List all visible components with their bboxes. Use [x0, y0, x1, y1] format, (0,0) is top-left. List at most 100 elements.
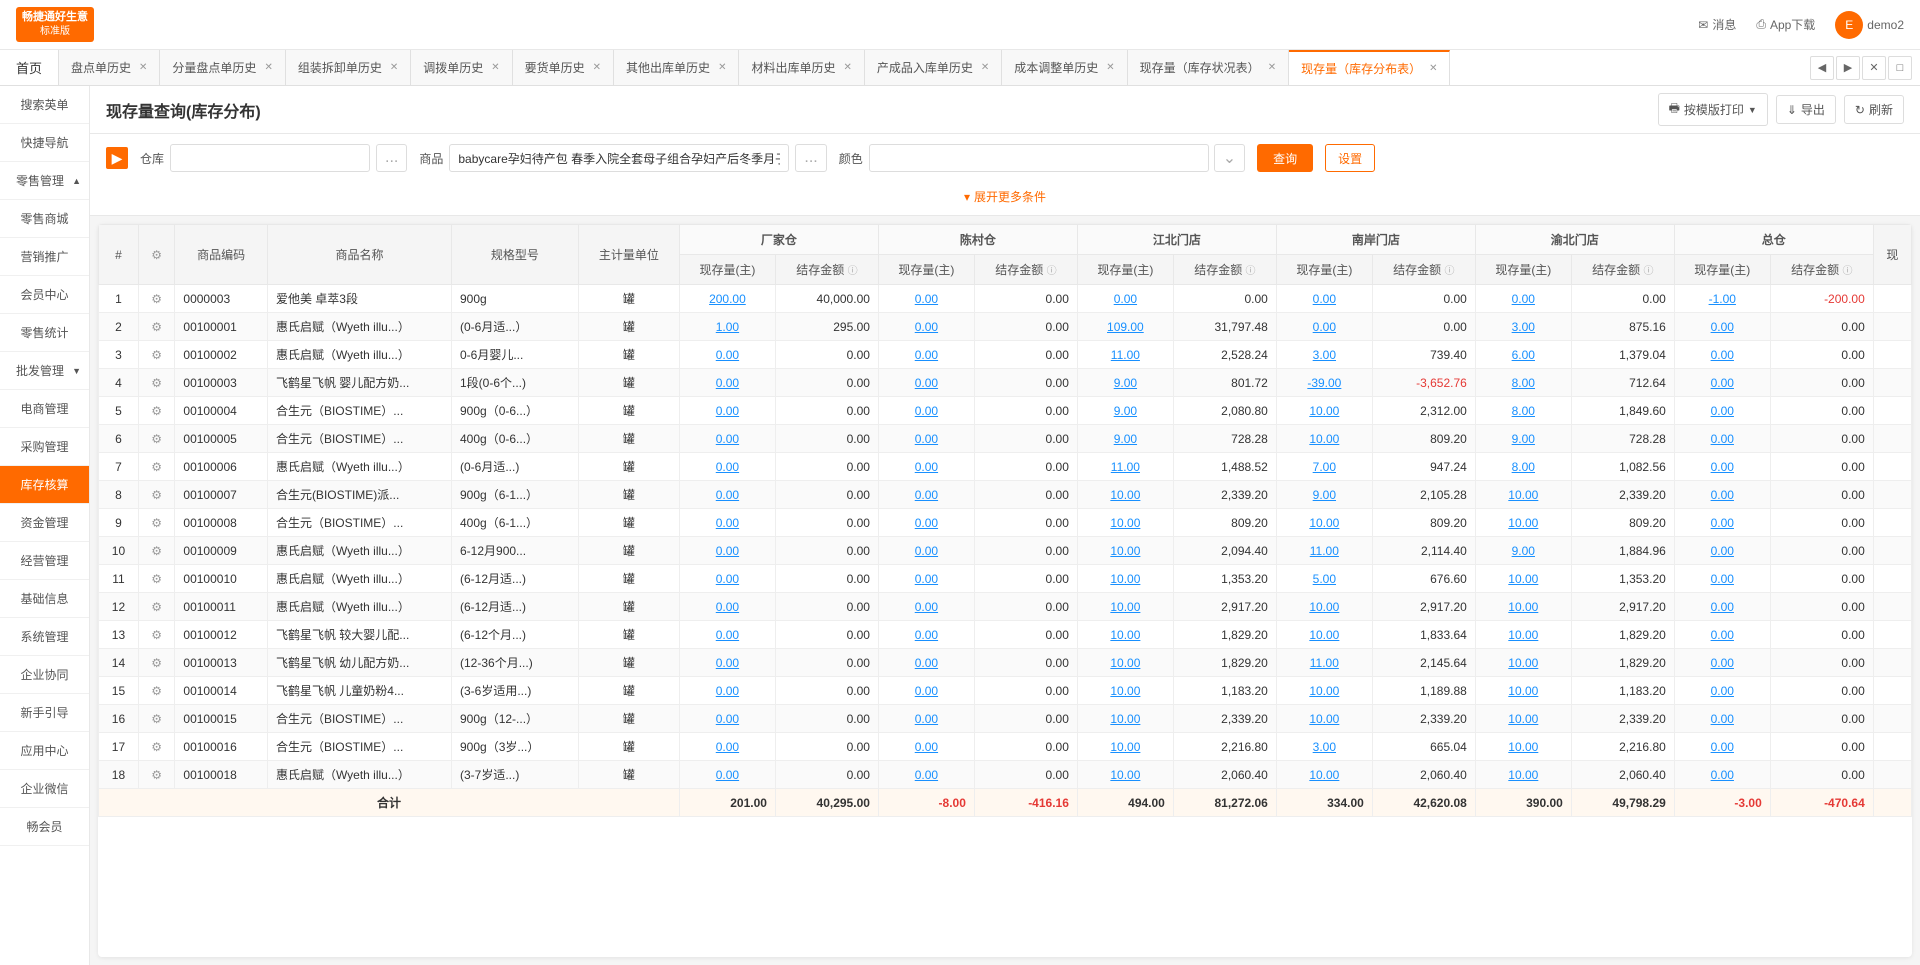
close-tab-transfer[interactable]: ✕ [491, 62, 499, 73]
row-total-stock[interactable]: 0.00 [1674, 649, 1770, 677]
row-nanqi-stock[interactable]: 3.00 [1276, 341, 1372, 369]
row-gear-icon[interactable]: ⚙ [151, 516, 162, 530]
row-nanqi-stock[interactable]: 10.00 [1276, 677, 1372, 705]
warehouse-input[interactable] [170, 144, 370, 172]
row-village-stock[interactable]: 0.00 [878, 425, 974, 453]
row-yubeimen-stock[interactable]: 8.00 [1475, 453, 1571, 481]
tab-other-out[interactable]: 其他出库单历史 ✕ [614, 50, 739, 86]
row-gear-icon[interactable]: ⚙ [151, 488, 162, 502]
row-yubeimen-stock[interactable]: 10.00 [1475, 705, 1571, 733]
row-gear-icon[interactable]: ⚙ [151, 656, 162, 670]
row-jiangbei-stock[interactable]: 10.00 [1077, 677, 1173, 705]
row-nanqi-stock[interactable]: 10.00 [1276, 593, 1372, 621]
row-factory-stock[interactable]: 0.00 [679, 705, 775, 733]
gear-icon[interactable]: ⚙ [151, 248, 162, 262]
row-nanqi-stock[interactable]: 11.00 [1276, 649, 1372, 677]
sidebar-item-retail-mgmt[interactable]: 零售管理▲ [0, 162, 89, 200]
row-jiangbei-stock[interactable]: 10.00 [1077, 509, 1173, 537]
color-input[interactable] [869, 144, 1209, 172]
row-yubeimen-stock[interactable]: 10.00 [1475, 621, 1571, 649]
sidebar-item-basic-info[interactable]: 基础信息 [0, 580, 89, 618]
sidebar-item-retail-store[interactable]: 零售商城 [0, 200, 89, 238]
row-yubeimen-stock[interactable]: 10.00 [1475, 649, 1571, 677]
row-nanqi-stock[interactable]: 5.00 [1276, 565, 1372, 593]
row-gear-icon[interactable]: ⚙ [151, 740, 162, 754]
row-total-stock[interactable]: 0.00 [1674, 509, 1770, 537]
row-jiangbei-stock[interactable]: 9.00 [1077, 425, 1173, 453]
row-nanqi-stock[interactable]: 10.00 [1276, 705, 1372, 733]
row-factory-stock[interactable]: 0.00 [679, 369, 775, 397]
row-village-stock[interactable]: 0.00 [878, 397, 974, 425]
row-yubeimen-stock[interactable]: 6.00 [1475, 341, 1571, 369]
expand-conditions-btn[interactable]: ▾ 展开更多条件 [964, 188, 1046, 205]
row-village-stock[interactable]: 0.00 [878, 677, 974, 705]
row-village-stock[interactable]: 0.00 [878, 705, 974, 733]
row-factory-stock[interactable]: 0.00 [679, 481, 775, 509]
row-village-stock[interactable]: 0.00 [878, 761, 974, 789]
user-area[interactable]: E demo2 [1835, 11, 1904, 39]
app-download-btn[interactable]: ⎙ App下载 [1756, 16, 1815, 33]
row-gear-icon[interactable]: ⚙ [151, 712, 162, 726]
row-yubeimen-stock[interactable]: 8.00 [1475, 397, 1571, 425]
row-jiangbei-stock[interactable]: 10.00 [1077, 733, 1173, 761]
row-total-stock[interactable]: 0.00 [1674, 761, 1770, 789]
tab-cost-adjust[interactable]: 成本调整单历史 ✕ [1002, 50, 1127, 86]
close-tab-inventory-count[interactable]: ✕ [139, 62, 147, 73]
row-village-stock[interactable]: 0.00 [878, 537, 974, 565]
row-jiangbei-stock[interactable]: 10.00 [1077, 621, 1173, 649]
row-jiangbei-stock[interactable]: 10.00 [1077, 537, 1173, 565]
tab-finished-in[interactable]: 产成品入库单历史 ✕ [865, 50, 1002, 86]
export-btn[interactable]: ⇓ 导出 [1776, 95, 1836, 124]
row-total-stock[interactable]: 0.00 [1674, 369, 1770, 397]
refresh-btn[interactable]: ↻ 刷新 [1844, 95, 1904, 124]
tab-expand-btn[interactable]: □ [1888, 56, 1912, 80]
row-gear-icon[interactable]: ⚙ [151, 432, 162, 446]
sidebar-item-wholesale[interactable]: 批发管理▼ [0, 352, 89, 390]
row-jiangbei-stock[interactable]: 11.00 [1077, 453, 1173, 481]
filter-toggle-btn[interactable]: ▶ [106, 147, 128, 169]
row-gear-icon[interactable]: ⚙ [151, 376, 162, 390]
tab-inventory-count[interactable]: 盘点单历史 ✕ [59, 50, 160, 86]
row-nanqi-stock[interactable]: 7.00 [1276, 453, 1372, 481]
row-jiangbei-stock[interactable]: 10.00 [1077, 761, 1173, 789]
row-factory-stock[interactable]: 0.00 [679, 425, 775, 453]
row-village-stock[interactable]: 0.00 [878, 341, 974, 369]
row-yubeimen-stock[interactable]: 0.00 [1475, 285, 1571, 313]
info-icon-1[interactable]: ⓘ [848, 266, 858, 277]
sidebar-item-enterprise-wechat[interactable]: 企业微信 [0, 770, 89, 808]
row-gear-icon[interactable]: ⚙ [151, 460, 162, 474]
row-gear-icon[interactable]: ⚙ [151, 320, 162, 334]
row-total-stock[interactable]: 0.00 [1674, 677, 1770, 705]
row-total-stock[interactable]: 0.00 [1674, 537, 1770, 565]
sidebar-item-operation[interactable]: 经营管理 [0, 542, 89, 580]
row-yubeimen-stock[interactable]: 10.00 [1475, 509, 1571, 537]
row-jiangbei-stock[interactable]: 11.00 [1077, 341, 1173, 369]
tab-stock-dist[interactable]: 现存量（库存分布表） ✕ [1289, 50, 1450, 86]
row-nanqi-stock[interactable]: 9.00 [1276, 481, 1372, 509]
sidebar-item-member[interactable]: 会员中心 [0, 276, 89, 314]
sidebar-item-ecommerce[interactable]: 电商管理 [0, 390, 89, 428]
info-icon-6[interactable]: ⓘ [1842, 266, 1852, 277]
row-yubeimen-stock[interactable]: 10.00 [1475, 761, 1571, 789]
row-yubeimen-stock[interactable]: 10.00 [1475, 733, 1571, 761]
row-village-stock[interactable]: 0.00 [878, 453, 974, 481]
close-tab-cost-adjust[interactable]: ✕ [1106, 62, 1114, 73]
row-nanqi-stock[interactable]: 10.00 [1276, 397, 1372, 425]
warehouse-more-btn[interactable]: ... [376, 144, 407, 172]
row-gear-icon[interactable]: ⚙ [151, 544, 162, 558]
sidebar-item-search[interactable]: 搜索英单 [0, 86, 89, 124]
row-jiangbei-stock[interactable]: 10.00 [1077, 593, 1173, 621]
row-factory-stock[interactable]: 0.00 [679, 593, 775, 621]
tab-material-out[interactable]: 材料出库单历史 ✕ [739, 50, 864, 86]
goods-more-btn[interactable]: ... [795, 144, 826, 172]
row-yubeimen-stock[interactable]: 3.00 [1475, 313, 1571, 341]
row-factory-stock[interactable]: 0.00 [679, 649, 775, 677]
close-tab-stock-dist[interactable]: ✕ [1429, 63, 1437, 74]
row-jiangbei-stock[interactable]: 10.00 [1077, 565, 1173, 593]
row-nanqi-stock[interactable]: 3.00 [1276, 733, 1372, 761]
row-jiangbei-stock[interactable]: 10.00 [1077, 649, 1173, 677]
close-tab-other-out[interactable]: ✕ [718, 62, 726, 73]
row-village-stock[interactable]: 0.00 [878, 733, 974, 761]
message-btn[interactable]: ✉ 消息 [1698, 16, 1736, 33]
row-total-stock[interactable]: 0.00 [1674, 593, 1770, 621]
